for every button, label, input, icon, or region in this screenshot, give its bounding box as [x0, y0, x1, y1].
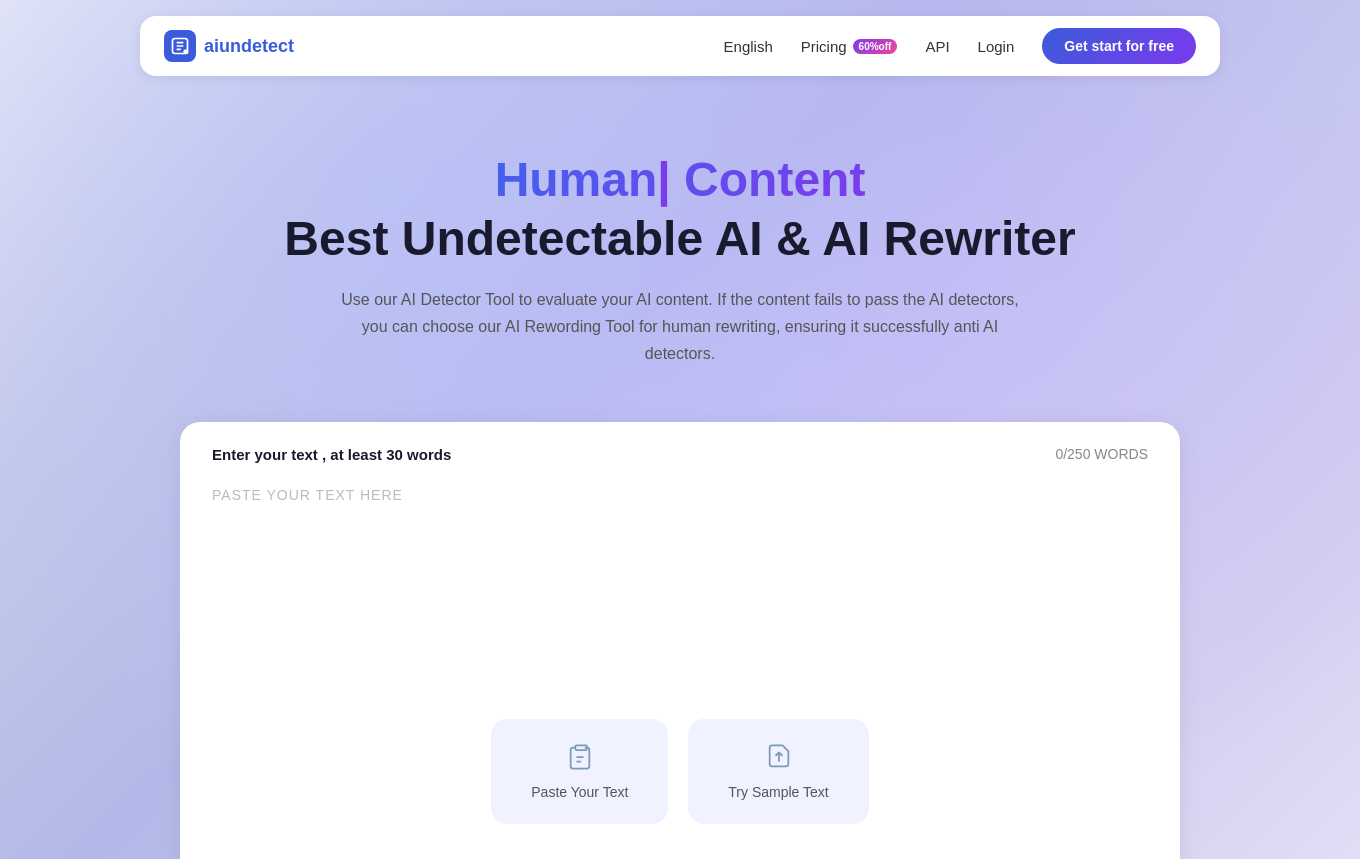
text-area-wrapper[interactable]: PASTE YOUR TEXT HERE [180, 479, 1180, 679]
hero-subtitle: Use our AI Detector Tool to evaluate you… [340, 286, 1020, 368]
nav-login[interactable]: Login [978, 38, 1015, 55]
get-start-button[interactable]: Get start for free [1042, 28, 1196, 64]
editor-card: Enter your text , at least 30 words 0/25… [180, 422, 1180, 859]
hero-title-black: Best Undetectable AI & AI Rewriter [20, 211, 1340, 266]
sample-button[interactable]: Try Sample Text [688, 719, 868, 824]
navbar: aiundetect English Pricing 60%off API Lo… [140, 16, 1220, 76]
hero-section: Human| Content Best Undetectable AI & AI… [0, 92, 1360, 398]
paste-button-label: Paste Your Text [531, 784, 628, 800]
nav-pricing[interactable]: Pricing 60%off [801, 38, 898, 55]
sample-button-label: Try Sample Text [728, 784, 828, 800]
paste-icon [566, 743, 594, 774]
nav-links: English Pricing 60%off API Login Get sta… [724, 28, 1196, 64]
sample-icon [765, 743, 793, 774]
pricing-badge: 60%off [853, 39, 898, 54]
card-header: Enter your text , at least 30 words 0/25… [180, 422, 1180, 479]
svg-point-1 [183, 49, 188, 54]
hero-title-gradient: Human| Content [495, 153, 866, 206]
word-count: 0/250 WORDS [1055, 446, 1148, 462]
placeholder-text: PASTE YOUR TEXT HERE [212, 479, 1148, 511]
paste-button[interactable]: Paste Your Text [491, 719, 668, 824]
logo-icon [164, 30, 196, 62]
logo[interactable]: aiundetect [164, 30, 294, 62]
logo-text: aiundetect [204, 36, 294, 57]
nav-api[interactable]: API [925, 38, 949, 55]
editor-label: Enter your text , at least 30 words [212, 446, 451, 463]
nav-english[interactable]: English [724, 38, 773, 55]
action-buttons: Paste Your Text Try Sample Text [180, 679, 1180, 859]
